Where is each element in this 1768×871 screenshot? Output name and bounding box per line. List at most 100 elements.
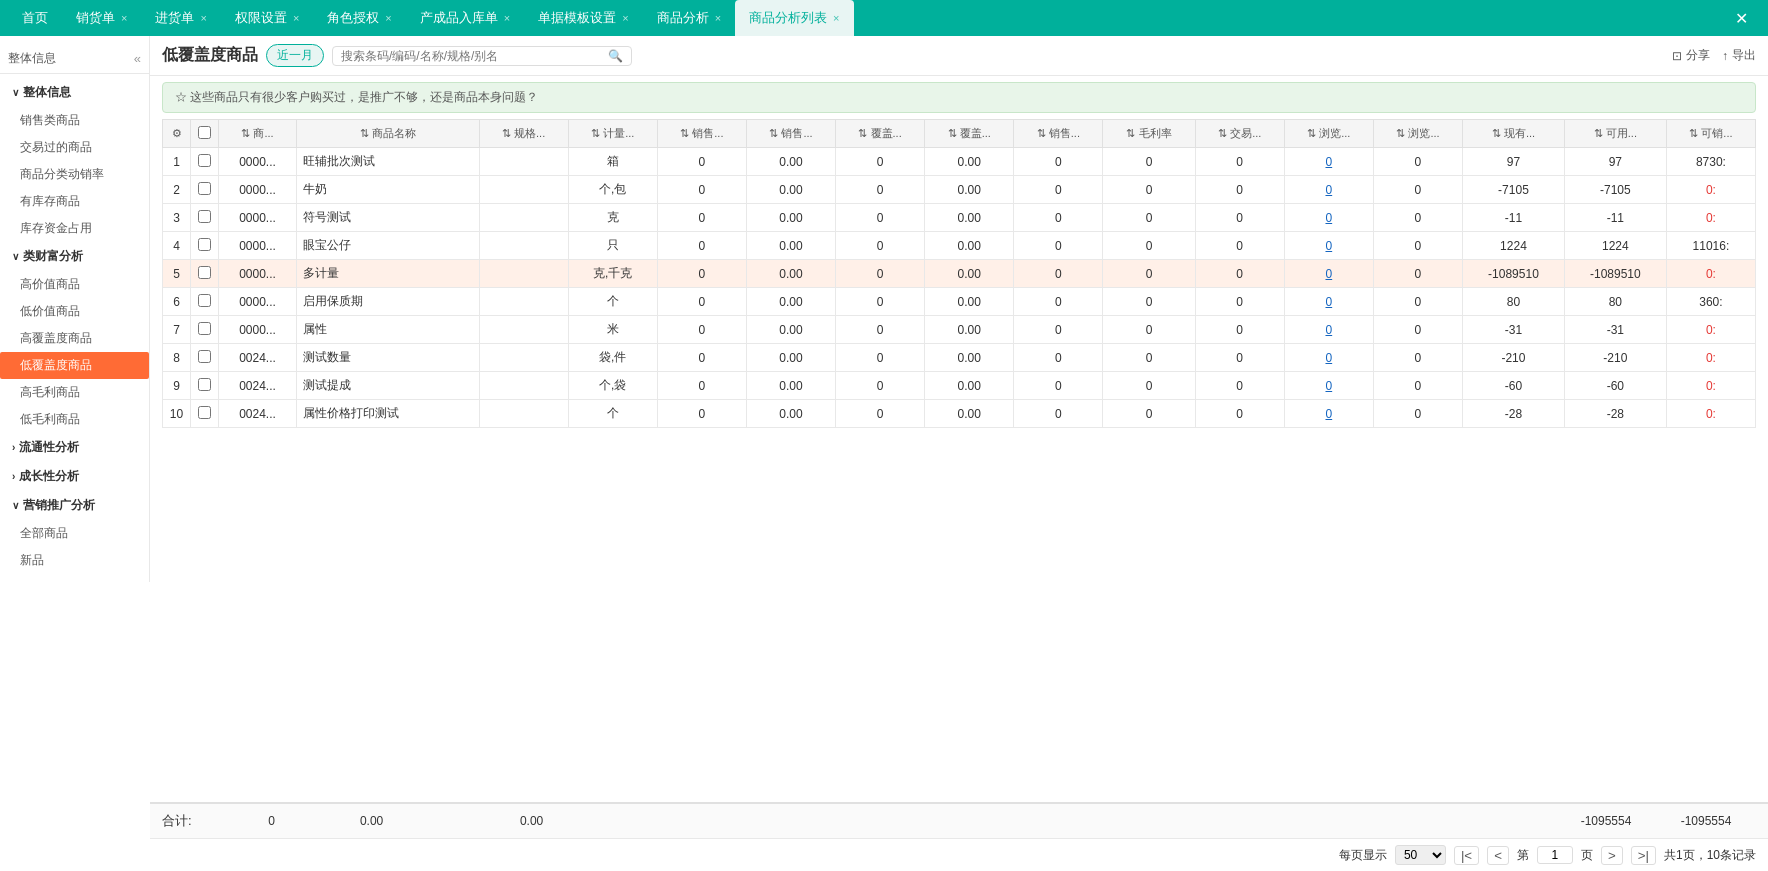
col-settings[interactable]: ⚙ — [163, 120, 191, 148]
first-page-button[interactable]: |< — [1454, 846, 1479, 865]
col-name[interactable]: ⇅ 商品名称 — [296, 120, 479, 148]
settings-icon[interactable]: ⚙ — [172, 127, 182, 139]
col-current-stock[interactable]: ⇅ 现有... — [1463, 120, 1565, 148]
search-icon[interactable]: 🔍 — [608, 49, 623, 63]
nav-tab-roles[interactable]: 角色授权 × — [313, 0, 405, 36]
row-checkbox[interactable] — [198, 210, 211, 223]
sidebar-item-low-coverage[interactable]: 低覆盖度商品 — [0, 352, 149, 379]
nav-tab-purchase[interactable]: 进货单 × — [141, 0, 220, 36]
sidebar-section-liquidity[interactable]: › 流通性分析 — [0, 433, 149, 462]
cell-checkbox[interactable] — [191, 316, 219, 344]
last-page-button[interactable]: >| — [1631, 846, 1656, 865]
chevron-down-icon: ∨ — [12, 500, 19, 511]
close-icon[interactable]: × — [504, 12, 510, 24]
cell-browse1[interactable]: 0 — [1284, 232, 1373, 260]
col-available-stock[interactable]: ⇅ 可用... — [1564, 120, 1666, 148]
cell-browse1[interactable]: 0 — [1284, 344, 1373, 372]
sidebar-section-wealth[interactable]: ∨ 类财富分析 — [0, 242, 149, 271]
row-checkbox[interactable] — [198, 182, 211, 195]
sidebar-item-stock-goods[interactable]: 有库存商品 — [0, 188, 149, 215]
prev-page-button[interactable]: < — [1487, 846, 1509, 865]
nav-tab-home[interactable]: 首页 — [8, 0, 62, 36]
sidebar-section-growth[interactable]: › 成长性分析 — [0, 462, 149, 491]
search-input[interactable] — [341, 49, 604, 63]
row-checkbox[interactable] — [198, 154, 211, 167]
cell-checkbox[interactable] — [191, 400, 219, 428]
cell-checkbox[interactable] — [191, 232, 219, 260]
window-close-button[interactable]: ✕ — [1723, 9, 1760, 28]
col-saleable[interactable]: ⇅ 可销... — [1666, 120, 1755, 148]
row-checkbox[interactable] — [198, 378, 211, 391]
col-gross-margin[interactable]: ⇅ 毛利率 — [1103, 120, 1195, 148]
cell-browse1[interactable]: 0 — [1284, 400, 1373, 428]
date-filter-button[interactable]: 近一月 — [266, 44, 324, 67]
close-icon[interactable]: × — [293, 12, 299, 24]
export-button[interactable]: ↑ 导出 — [1722, 47, 1756, 64]
cell-browse1[interactable]: 0 — [1284, 148, 1373, 176]
close-icon[interactable]: × — [200, 12, 206, 24]
close-icon[interactable]: × — [121, 12, 127, 24]
col-sales-extra[interactable]: ⇅ 销售... — [1014, 120, 1103, 148]
cell-checkbox[interactable] — [191, 260, 219, 288]
sidebar-item-all-goods[interactable]: 全部商品 — [0, 520, 149, 547]
per-page-select[interactable]: 50 20 100 200 — [1395, 845, 1446, 865]
col-unit[interactable]: ⇅ 计量... — [568, 120, 657, 148]
sidebar-collapse-btn[interactable]: « — [134, 51, 141, 66]
sidebar-item-new-goods[interactable]: 新品 — [0, 547, 149, 574]
close-icon[interactable]: × — [622, 12, 628, 24]
nav-tab-permissions[interactable]: 权限设置 × — [221, 0, 313, 36]
cell-browse1[interactable]: 0 — [1284, 260, 1373, 288]
close-icon[interactable]: × — [833, 12, 839, 24]
nav-tab-product-analysis[interactable]: 商品分析 × — [643, 0, 735, 36]
sidebar-item-high-value[interactable]: 高价值商品 — [0, 271, 149, 298]
sidebar-section-overall[interactable]: ∨ 整体信息 — [0, 78, 149, 107]
cell-browse1[interactable]: 0 — [1284, 204, 1373, 232]
nav-tab-template[interactable]: 单据模板设置 × — [524, 0, 642, 36]
nav-tab-finished[interactable]: 产成品入库单 × — [406, 0, 524, 36]
sidebar-item-stock-capital[interactable]: 库存资金占用 — [0, 215, 149, 242]
nav-tab-sales[interactable]: 销货单 × — [62, 0, 141, 36]
row-checkbox[interactable] — [198, 322, 211, 335]
sidebar-section-marketing[interactable]: ∨ 营销推广分析 — [0, 491, 149, 520]
sidebar-item-high-coverage[interactable]: 高覆盖度商品 — [0, 325, 149, 352]
cell-browse1[interactable]: 0 — [1284, 372, 1373, 400]
row-checkbox[interactable] — [198, 350, 211, 363]
page-number-input[interactable] — [1537, 846, 1573, 864]
col-transaction[interactable]: ⇅ 交易... — [1195, 120, 1284, 148]
cell-unit: 袋,件 — [568, 344, 657, 372]
next-page-button[interactable]: > — [1601, 846, 1623, 865]
share-button[interactable]: ⊡ 分享 — [1672, 47, 1710, 64]
cell-checkbox[interactable] — [191, 176, 219, 204]
col-sales-amount[interactable]: ⇅ 销售... — [746, 120, 835, 148]
col-browse2[interactable]: ⇅ 浏览... — [1373, 120, 1462, 148]
cell-checkbox[interactable] — [191, 344, 219, 372]
col-coverage2[interactable]: ⇅ 覆盖... — [925, 120, 1014, 148]
sidebar-item-low-value[interactable]: 低价值商品 — [0, 298, 149, 325]
cell-checkbox[interactable] — [191, 288, 219, 316]
col-spec[interactable]: ⇅ 规格... — [479, 120, 568, 148]
cell-browse1[interactable]: 0 — [1284, 316, 1373, 344]
col-coverage1[interactable]: ⇅ 覆盖... — [836, 120, 925, 148]
col-sales-qty[interactable]: ⇅ 销售... — [657, 120, 746, 148]
cell-checkbox[interactable] — [191, 204, 219, 232]
nav-tab-product-analysis-list[interactable]: 商品分析列表 × — [735, 0, 853, 36]
close-icon[interactable]: × — [385, 12, 391, 24]
cell-checkbox[interactable] — [191, 148, 219, 176]
close-icon[interactable]: × — [715, 12, 721, 24]
select-all-checkbox[interactable] — [198, 126, 211, 139]
row-checkbox[interactable] — [198, 238, 211, 251]
row-checkbox[interactable] — [198, 406, 211, 419]
row-checkbox[interactable] — [198, 266, 211, 279]
sidebar-item-high-margin[interactable]: 高毛利商品 — [0, 379, 149, 406]
cell-browse1[interactable]: 0 — [1284, 176, 1373, 204]
sidebar-item-sales-goods[interactable]: 销售类商品 — [0, 107, 149, 134]
row-checkbox[interactable] — [198, 294, 211, 307]
col-code[interactable]: ⇅ 商... — [219, 120, 297, 148]
sidebar-item-traded-goods[interactable]: 交易过的商品 — [0, 134, 149, 161]
sidebar-item-category-rate[interactable]: 商品分类动销率 — [0, 161, 149, 188]
sidebar-item-low-margin[interactable]: 低毛利商品 — [0, 406, 149, 433]
col-checkbox[interactable] — [191, 120, 219, 148]
cell-browse1[interactable]: 0 — [1284, 288, 1373, 316]
col-browse1[interactable]: ⇅ 浏览... — [1284, 120, 1373, 148]
cell-checkbox[interactable] — [191, 372, 219, 400]
